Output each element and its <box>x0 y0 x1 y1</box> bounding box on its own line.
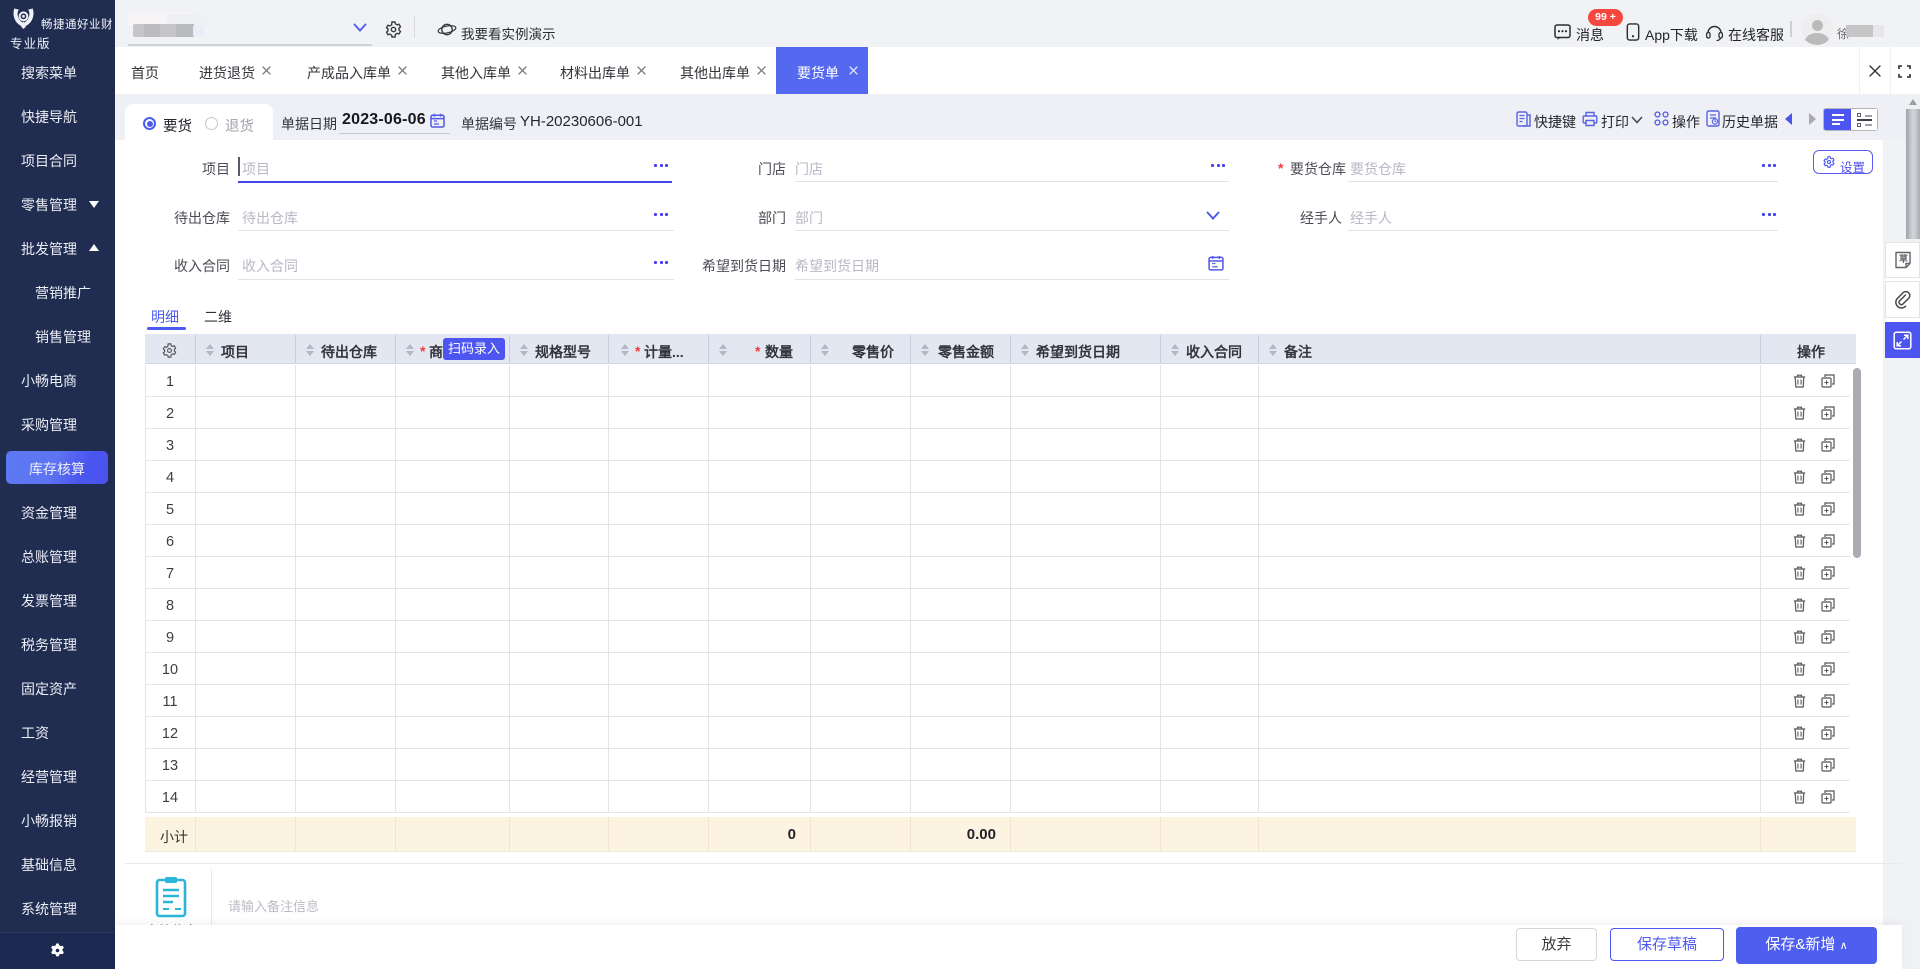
svg-text:草: 草 <box>1899 253 1908 264</box>
